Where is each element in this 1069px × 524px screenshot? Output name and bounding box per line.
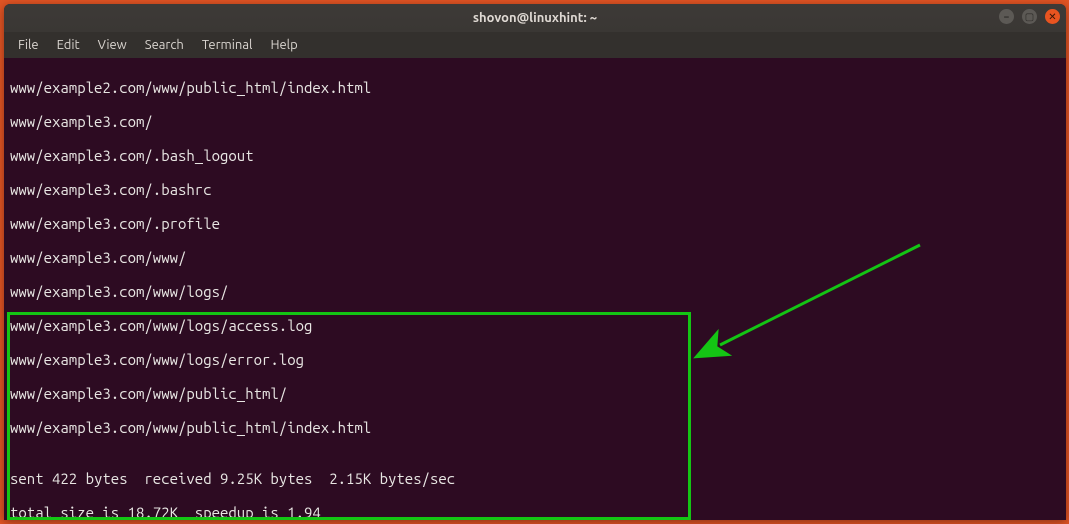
output-line: www/example3.com/www/public_html/ [10,385,1060,402]
menu-view[interactable]: View [90,35,135,55]
output-line: www/example3.com/.bashrc [10,181,1060,198]
close-button[interactable]: ✕ [1045,9,1060,24]
output-line: www/example3.com/www/logs/error.log [10,351,1060,368]
output-line: www/example3.com/.profile [10,215,1060,232]
titlebar: shovon@linuxhint: ~ − ▢ ✕ [4,4,1066,32]
menu-help[interactable]: Help [262,35,305,55]
output-line: total size is 18.72K speedup is 1.94 [10,504,1060,520]
terminal-body[interactable]: www/example2.com/www/public_html/index.h… [4,58,1066,520]
highlight-annotation [7,312,691,520]
window-controls: − ▢ ✕ [999,9,1060,24]
window-title: shovon@linuxhint: ~ [473,11,597,25]
output-line: www/example3.com/www/logs/ [10,283,1060,300]
menu-terminal[interactable]: Terminal [194,35,261,55]
output-line: sent 422 bytes received 9.25K bytes 2.15… [10,470,1060,487]
output-line: www/example2.com/www/public_html/index.h… [10,79,1060,96]
menu-edit[interactable]: Edit [49,35,88,55]
menu-file[interactable]: File [10,35,47,55]
output-line: www/example3.com/ [10,113,1060,130]
output-line: www/example3.com/www/logs/access.log [10,317,1060,334]
output-line: www/example3.com/www/ [10,249,1060,266]
terminal-window: shovon@linuxhint: ~ − ▢ ✕ File Edit View… [4,4,1066,520]
menu-search[interactable]: Search [137,35,192,55]
menubar: File Edit View Search Terminal Help [4,32,1066,58]
output-line: www/example3.com/www/public_html/index.h… [10,419,1060,436]
maximize-button[interactable]: ▢ [1022,9,1037,24]
output-line: www/example3.com/.bash_logout [10,147,1060,164]
minimize-button[interactable]: − [999,9,1014,24]
